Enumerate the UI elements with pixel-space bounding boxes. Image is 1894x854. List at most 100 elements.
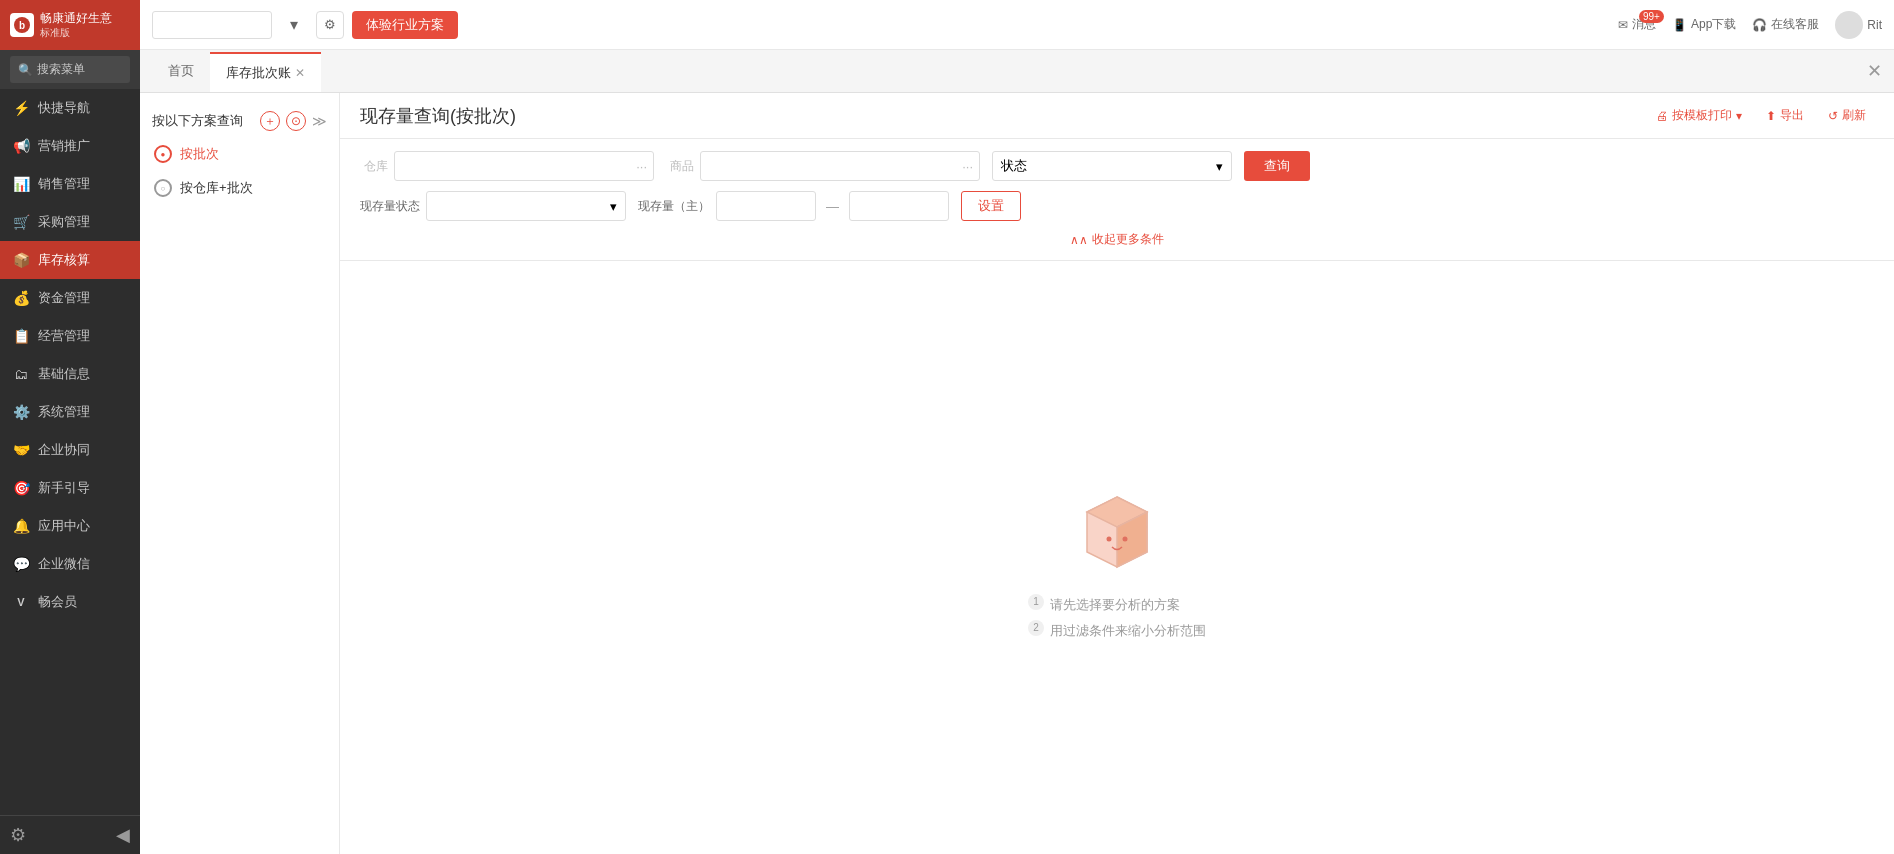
refresh-icon: ↺ xyxy=(1828,109,1838,123)
sidebar-item-system[interactable]: ⚙️ 系统管理 xyxy=(0,393,140,431)
topbar-left: ▾ ⚙ 体验行业方案 xyxy=(152,11,1610,39)
right-panel: 现存量查询(按批次) 🖨 按模板打印 ▾ ⬆ 导出 ↺ 刷新 xyxy=(340,93,1894,854)
topbar-gear-button[interactable]: ⚙ xyxy=(316,11,344,39)
inventory-qty-filter: 现存量（主） — xyxy=(638,191,949,221)
member-icon: V xyxy=(12,593,30,611)
page-header: 现存量查询(按批次) 🖨 按模板打印 ▾ ⬆ 导出 ↺ 刷新 xyxy=(340,93,1894,139)
collapse-filter-button[interactable]: ∧∧ 收起更多条件 xyxy=(360,231,1874,248)
export-button[interactable]: ⬆ 导出 xyxy=(1758,103,1812,128)
messages-badge: 99+ xyxy=(1639,10,1664,23)
panel-item-by-warehouse-batch[interactable]: ○ 按仓库+批次 xyxy=(140,171,339,205)
warehouse-input-wrapper: ··· xyxy=(394,151,654,181)
sidebar: b 畅康通好生意 标准版 🔍 搜索菜单 ⚡ 快捷导航 📢 营销推广 📊 销售管理… xyxy=(0,0,140,854)
collapse-sidebar-icon[interactable]: ◀ xyxy=(116,824,130,846)
collapse-up-icon: ∧∧ xyxy=(1070,233,1088,247)
inventory-status-chevron-icon: ▾ xyxy=(610,199,617,214)
query-button[interactable]: 查询 xyxy=(1244,151,1310,181)
inventory-status-filter: 现存量状态 ▾ xyxy=(360,191,626,221)
sidebar-item-member[interactable]: V 畅会员 xyxy=(0,583,140,621)
close-panel-icon[interactable]: ✕ xyxy=(1867,60,1882,82)
status-select[interactable]: 状态 ▾ xyxy=(992,151,1232,181)
purchase-icon: 🛒 xyxy=(12,213,30,231)
settings-button[interactable]: 设置 xyxy=(961,191,1021,221)
headset-icon: 🎧 xyxy=(1752,18,1767,32)
brand-name: 畅康通好生意 标准版 xyxy=(40,11,112,40)
panel-item-by-batch[interactable]: ● 按批次 xyxy=(140,137,339,171)
page-actions: 🖨 按模板打印 ▾ ⬆ 导出 ↺ 刷新 xyxy=(1648,103,1874,128)
sidebar-item-appstore[interactable]: 🔔 应用中心 xyxy=(0,507,140,545)
tab-inventory-batch[interactable]: 库存批次账 ✕ xyxy=(210,52,321,92)
online-service-action[interactable]: 🎧 在线客服 xyxy=(1752,16,1819,33)
inventory-status-label: 现存量状态 xyxy=(360,198,420,215)
goods-label: 商品 xyxy=(670,158,694,175)
warehouse-dots[interactable]: ··· xyxy=(630,159,653,174)
app-download-action[interactable]: 📱 App下载 xyxy=(1672,16,1736,33)
refresh-button[interactable]: ↺ 刷新 xyxy=(1820,103,1874,128)
panel-settings-button[interactable]: ⊙ xyxy=(286,111,306,131)
warehouse-input[interactable] xyxy=(395,152,630,180)
empty-state: 1 请先选择要分析的方案 2 用过滤条件来缩小分析范围 xyxy=(340,261,1894,854)
sidebar-item-operation[interactable]: 📋 经营管理 xyxy=(0,317,140,355)
svg-text:b: b xyxy=(19,20,25,31)
messages-action[interactable]: ✉ 消息 99+ xyxy=(1618,16,1656,33)
phone-icon: 📱 xyxy=(1672,18,1687,32)
newuser-icon: 🎯 xyxy=(12,479,30,497)
sidebar-item-purchase[interactable]: 🛒 采购管理 xyxy=(0,203,140,241)
inventory-status-select[interactable]: ▾ xyxy=(426,191,626,221)
sidebar-item-quick-nav[interactable]: ⚡ 快捷导航 xyxy=(0,89,140,127)
user-avatar-area[interactable]: Rit xyxy=(1835,11,1882,39)
print-button[interactable]: 🖨 按模板打印 ▾ xyxy=(1648,103,1750,128)
system-icon: ⚙️ xyxy=(12,403,30,421)
sidebar-footer: ⚙ ◀ xyxy=(0,815,140,854)
warehouse-batch-icon: ○ xyxy=(154,179,172,197)
finance-icon: 💰 xyxy=(12,289,30,307)
empty-tips: 1 请先选择要分析的方案 2 用过滤条件来缩小分析范围 xyxy=(1028,592,1206,644)
tab-close-icon[interactable]: ✕ xyxy=(295,66,305,80)
collab-icon: 🤝 xyxy=(12,441,30,459)
svg-point-5 xyxy=(1107,536,1112,541)
topbar-dropdown-button[interactable]: ▾ xyxy=(280,11,308,39)
svg-point-6 xyxy=(1123,536,1128,541)
page-title: 现存量查询(按批次) xyxy=(360,104,516,128)
goods-input-wrapper: ··· xyxy=(700,151,980,181)
inventory-qty-min-input[interactable] xyxy=(716,191,816,221)
gear-icon: ⚙ xyxy=(324,17,336,32)
status-chevron-icon: ▾ xyxy=(1216,159,1223,174)
panel-collapse-icon[interactable]: ≫ xyxy=(312,113,327,129)
filter-row-1: 仓库 ··· 商品 ··· xyxy=(360,151,1874,181)
print-dropdown-icon: ▾ xyxy=(1736,109,1742,123)
filter-area: 仓库 ··· 商品 ··· xyxy=(340,139,1894,261)
sidebar-item-wechat[interactable]: 💬 企业微信 xyxy=(0,545,140,583)
goods-input[interactable] xyxy=(701,152,956,180)
goods-dots[interactable]: ··· xyxy=(956,159,979,174)
sidebar-item-marketing[interactable]: 📢 营销推广 xyxy=(0,127,140,165)
sales-icon: 📊 xyxy=(12,175,30,193)
inventory-qty-max-input[interactable] xyxy=(849,191,949,221)
tabs-bar: 首页 库存批次账 ✕ ✕ xyxy=(140,50,1894,93)
empty-illustration xyxy=(1067,472,1167,572)
trial-button[interactable]: 体验行业方案 xyxy=(352,11,458,39)
sidebar-item-inventory[interactable]: 📦 库存核算 xyxy=(0,241,140,279)
search-menu-button[interactable]: 🔍 搜索菜单 xyxy=(10,56,130,83)
sidebar-search-area[interactable]: 🔍 搜索菜单 xyxy=(0,50,140,89)
appstore-icon: 🔔 xyxy=(12,517,30,535)
sidebar-item-sales[interactable]: 📊 销售管理 xyxy=(0,165,140,203)
wechat-icon: 💬 xyxy=(12,555,30,573)
marketing-icon: 📢 xyxy=(12,137,30,155)
panel-title-actions: ＋ ⊙ ≫ xyxy=(260,111,327,131)
topbar-search-input[interactable] xyxy=(152,11,272,39)
settings-footer-icon[interactable]: ⚙ xyxy=(10,824,26,846)
sidebar-item-newuser[interactable]: 🎯 新手引导 xyxy=(0,469,140,507)
goods-filter: 商品 ··· xyxy=(666,151,980,181)
sidebar-item-basic[interactable]: 🗂 基础信息 xyxy=(0,355,140,393)
status-filter[interactable]: 状态 ▾ xyxy=(992,151,1232,181)
sidebar-nav: ⚡ 快捷导航 📢 营销推广 📊 销售管理 🛒 采购管理 📦 库存核算 💰 资金管… xyxy=(0,89,140,815)
left-panel: 按以下方案查询 ＋ ⊙ ≫ ● 按批次 ○ 按仓库+批次 xyxy=(140,93,340,854)
sidebar-item-collab[interactable]: 🤝 企业协同 xyxy=(0,431,140,469)
export-icon: ⬆ xyxy=(1766,109,1776,123)
tab-home[interactable]: 首页 xyxy=(152,52,210,90)
inventory-icon: 📦 xyxy=(12,251,30,269)
quick-nav-icon: ⚡ xyxy=(12,99,30,117)
sidebar-item-finance[interactable]: 💰 资金管理 xyxy=(0,279,140,317)
panel-add-button[interactable]: ＋ xyxy=(260,111,280,131)
